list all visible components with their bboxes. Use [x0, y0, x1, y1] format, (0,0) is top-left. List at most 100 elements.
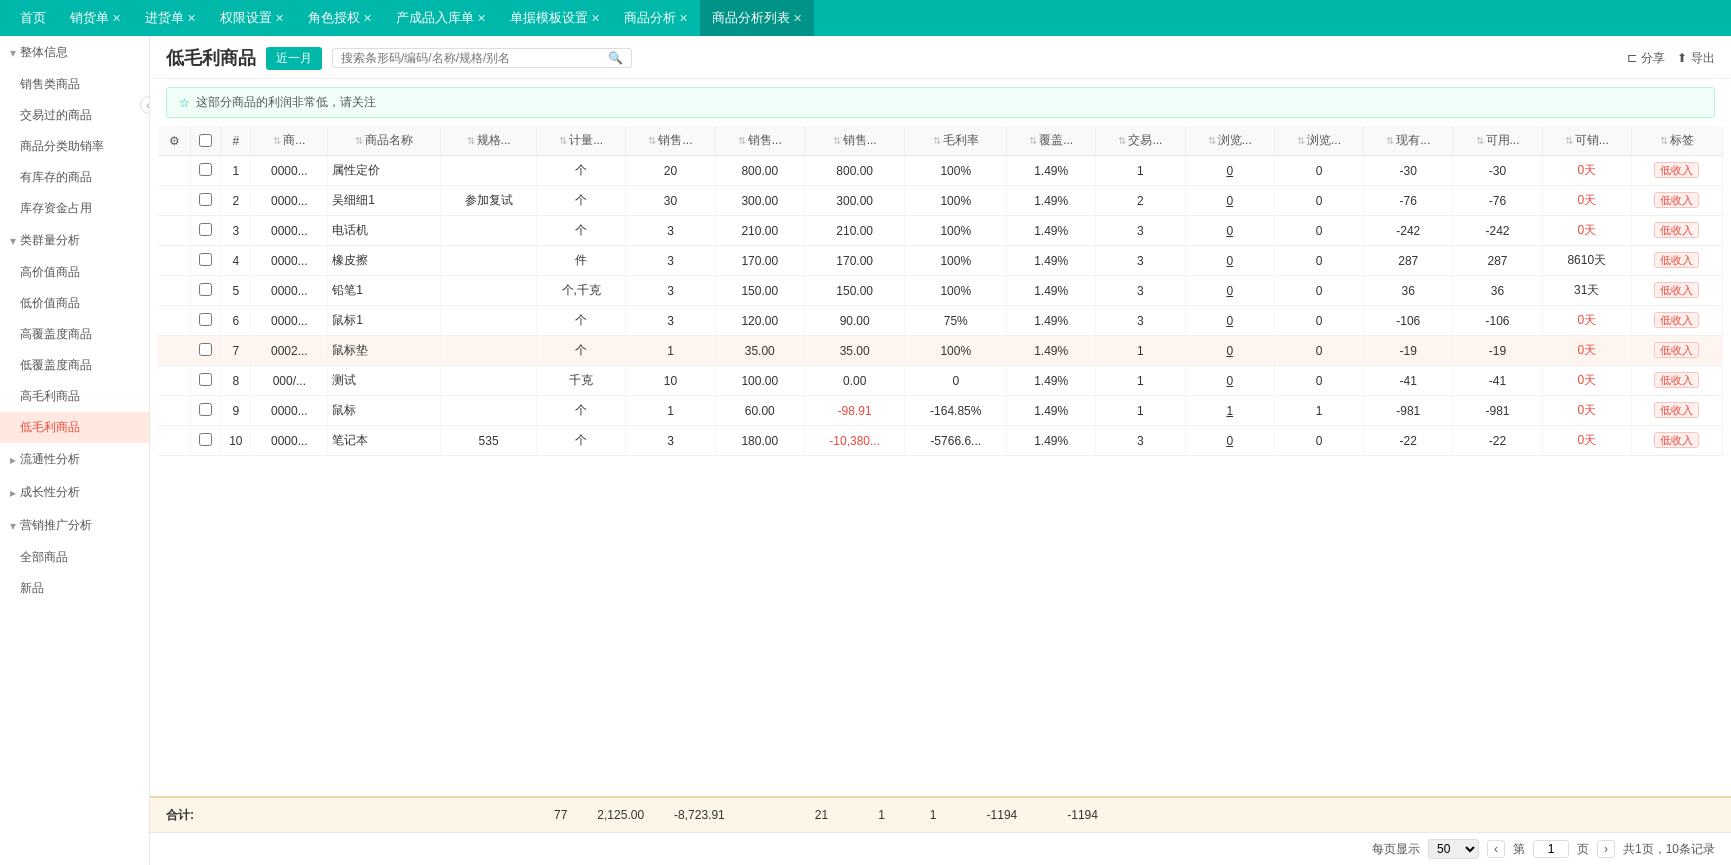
row-spec: [441, 396, 537, 426]
row-sales-profit: 90.00: [804, 306, 905, 336]
row-gross-margin: 100%: [905, 336, 1007, 366]
sidebar-group-circulation[interactable]: ▸ 流通性分析: [0, 443, 149, 476]
row-checkbox[interactable]: [191, 426, 221, 456]
nav-product-entry[interactable]: 产成品入库单 ✕: [384, 0, 498, 36]
row-views1[interactable]: 1: [1185, 396, 1274, 426]
page-number-input[interactable]: [1533, 840, 1569, 858]
col-sales-qty[interactable]: ⇅销售...: [626, 126, 715, 156]
share-button[interactable]: ⊏ 分享: [1627, 50, 1665, 67]
row-unit: 个: [537, 306, 626, 336]
page-label-pre: 第: [1513, 841, 1525, 858]
nav-close-product-entry[interactable]: ✕: [477, 12, 486, 25]
nav-product-analysis-list[interactable]: 商品分析列表 ✕: [700, 0, 814, 36]
nav-roles[interactable]: 角色授权 ✕: [296, 0, 384, 36]
col-current-stock[interactable]: ⇅现有...: [1364, 126, 1453, 156]
col-unit[interactable]: ⇅计量...: [537, 126, 626, 156]
row-spec: [441, 366, 537, 396]
sidebar-item-category-rate[interactable]: 商品分类助销率: [0, 131, 149, 162]
next-page-button[interactable]: ›: [1597, 840, 1615, 858]
sidebar-item-high-margin[interactable]: 高毛利商品: [0, 381, 149, 412]
row-checkbox[interactable]: [191, 396, 221, 426]
col-sales-profit[interactable]: ⇅销售...: [804, 126, 905, 156]
row-tag: 低收入: [1631, 276, 1722, 306]
sidebar-item-traded-products[interactable]: 交易过的商品: [0, 100, 149, 131]
row-checkbox[interactable]: [191, 246, 221, 276]
col-spec[interactable]: ⇅规格...: [441, 126, 537, 156]
sidebar-item-sales-products[interactable]: 销售类商品: [0, 69, 149, 100]
nav-close-purchase-order[interactable]: ✕: [187, 12, 196, 25]
col-code[interactable]: ⇅商...: [251, 126, 328, 156]
row-views1[interactable]: 0: [1185, 246, 1274, 276]
col-settings[interactable]: ⚙: [158, 126, 191, 156]
sidebar-group-marketing[interactable]: ▾ 营销推广分析: [0, 509, 149, 542]
row-gross-margin: 0: [905, 366, 1007, 396]
row-views1[interactable]: 0: [1185, 336, 1274, 366]
col-checkbox[interactable]: [191, 126, 221, 156]
col-tag[interactable]: ⇅标签: [1631, 126, 1722, 156]
row-views1[interactable]: 0: [1185, 216, 1274, 246]
row-views1[interactable]: 0: [1185, 186, 1274, 216]
nav-permissions[interactable]: 权限设置 ✕: [208, 0, 296, 36]
sidebar-item-high-coverage[interactable]: 高覆盖度商品: [0, 319, 149, 350]
nav-close-roles[interactable]: ✕: [363, 12, 372, 25]
sidebar-item-in-stock[interactable]: 有库存的商品: [0, 162, 149, 193]
row-checkbox[interactable]: [191, 216, 221, 246]
col-views2[interactable]: ⇅浏览...: [1274, 126, 1363, 156]
sidebar-item-high-value[interactable]: 高价值商品: [0, 257, 149, 288]
nav-sales-order[interactable]: 销货单 ✕: [58, 0, 133, 36]
col-views1[interactable]: ⇅浏览...: [1185, 126, 1274, 156]
nav-close-permissions[interactable]: ✕: [275, 12, 284, 25]
sidebar-item-all-products[interactable]: 全部商品: [0, 542, 149, 573]
sidebar-item-low-value[interactable]: 低价值商品: [0, 288, 149, 319]
nav-close-template-settings[interactable]: ✕: [591, 12, 600, 25]
row-checkbox[interactable]: [191, 366, 221, 396]
row-checkbox[interactable]: [191, 186, 221, 216]
col-sales-price[interactable]: ⇅销售...: [715, 126, 804, 156]
row-views1[interactable]: 0: [1185, 426, 1274, 456]
table-row: 9 0000... 鼠标 个 1 60.00 -98.91 -164.85% 1…: [158, 396, 1723, 426]
nav-home[interactable]: 首页: [8, 0, 58, 36]
row-checkbox[interactable]: [191, 336, 221, 366]
share-icon: ⊏: [1627, 51, 1637, 65]
nav-close-product-analysis-list[interactable]: ✕: [793, 12, 802, 25]
row-available: 287: [1453, 246, 1542, 276]
nav-template-settings[interactable]: 单据模板设置 ✕: [498, 0, 612, 36]
main-content: 低毛利商品 近一月 🔍 ⊏ 分享 ⬆ 导出 ☆ 这部分商品的利润非常低，请关注: [150, 36, 1731, 865]
tag-badge: 低收入: [1654, 372, 1699, 388]
col-saleable[interactable]: ⇅可销...: [1542, 126, 1631, 156]
nav-product-analysis[interactable]: 商品分析 ✕: [612, 0, 700, 36]
row-checkbox[interactable]: [191, 306, 221, 336]
export-button[interactable]: ⬆ 导出: [1677, 50, 1715, 67]
col-available[interactable]: ⇅可用...: [1453, 126, 1542, 156]
sidebar-group-growth[interactable]: ▸ 成长性分析: [0, 476, 149, 509]
row-checkbox[interactable]: [191, 276, 221, 306]
sidebar-item-low-margin[interactable]: 低毛利商品: [0, 412, 149, 443]
sidebar-item-low-coverage[interactable]: 低覆盖度商品: [0, 350, 149, 381]
nav-close-sales-order[interactable]: ✕: [112, 12, 121, 25]
sidebar-item-capital[interactable]: 库存资金占用: [0, 193, 149, 224]
row-views1[interactable]: 0: [1185, 306, 1274, 336]
row-views1[interactable]: 0: [1185, 276, 1274, 306]
nav-close-product-analysis[interactable]: ✕: [679, 12, 688, 25]
per-page-select[interactable]: 50 20 100: [1428, 839, 1479, 859]
col-transactions[interactable]: ⇅交易...: [1096, 126, 1185, 156]
col-gross-margin[interactable]: ⇅毛利率: [905, 126, 1007, 156]
chevron-right-icon: ▸: [10, 453, 16, 467]
sidebar-item-new-products[interactable]: 新品: [0, 573, 149, 604]
sidebar-group-cluster[interactable]: ▾ 类群量分析: [0, 224, 149, 257]
footer-transactions: 21: [815, 808, 828, 822]
row-views1[interactable]: 0: [1185, 156, 1274, 186]
row-num: 5: [221, 276, 251, 306]
search-input[interactable]: [341, 51, 608, 65]
search-icon[interactable]: 🔍: [608, 51, 623, 65]
nav-purchase-order[interactable]: 进货单 ✕: [133, 0, 208, 36]
col-name[interactable]: ⇅商品名称: [328, 126, 441, 156]
select-all-checkbox[interactable]: [199, 134, 212, 147]
row-views1[interactable]: 0: [1185, 366, 1274, 396]
filter-period-button[interactable]: 近一月: [266, 47, 322, 70]
row-saleable: 0天: [1542, 426, 1631, 456]
col-coverage[interactable]: ⇅覆盖...: [1007, 126, 1096, 156]
sidebar-group-overall[interactable]: ▾ 整体信息: [0, 36, 149, 69]
prev-page-button[interactable]: ‹: [1487, 840, 1505, 858]
row-checkbox[interactable]: [191, 156, 221, 186]
